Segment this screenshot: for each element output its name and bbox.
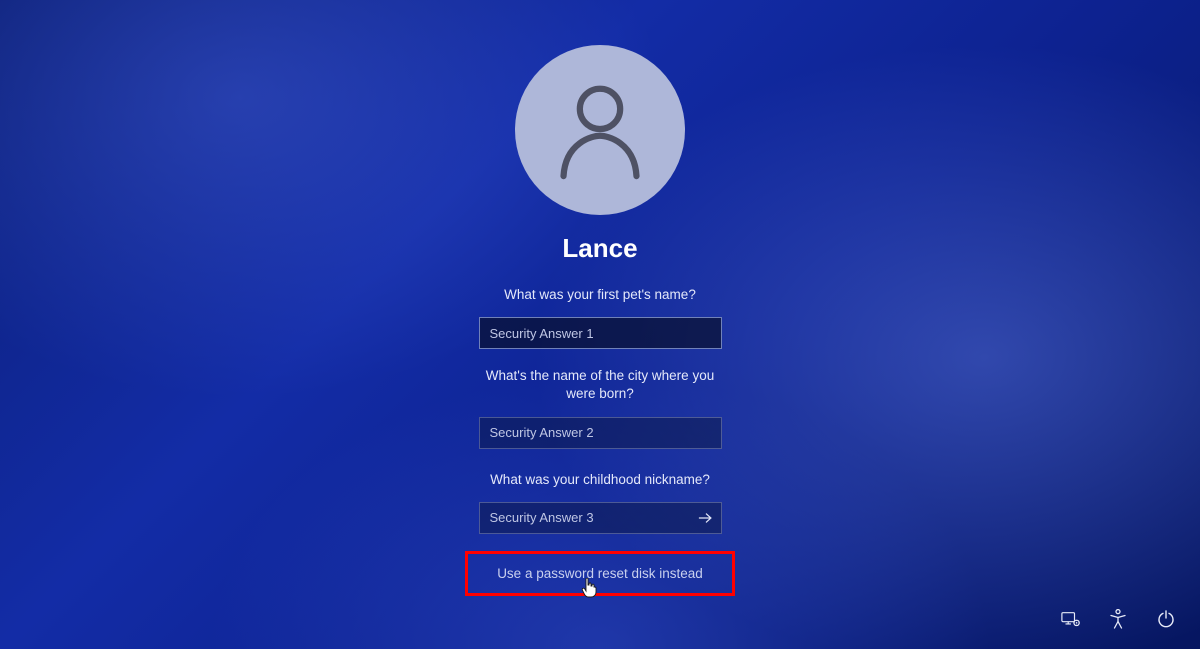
accessibility-icon	[1109, 609, 1127, 634]
security-answer-3-wrap	[479, 502, 722, 534]
security-answer-3-input[interactable]	[479, 502, 722, 534]
submit-answers-button[interactable]	[691, 503, 721, 533]
security-question-1: What was your first pet's name?	[504, 286, 696, 304]
security-answer-2-input[interactable]	[479, 417, 722, 449]
security-question-3: What was your childhood nickname?	[490, 471, 710, 489]
network-icon	[1060, 610, 1080, 633]
system-tray	[1060, 611, 1176, 631]
arrow-right-icon	[698, 511, 714, 525]
user-avatar	[515, 45, 685, 215]
user-name: Lance	[562, 233, 637, 264]
use-password-reset-disk-link[interactable]: Use a password reset disk instead	[497, 566, 703, 581]
accessibility-button[interactable]	[1108, 611, 1128, 631]
reset-disk-highlight-box: Use a password reset disk instead	[465, 551, 735, 596]
network-button[interactable]	[1060, 611, 1080, 631]
cursor-pointer-icon	[581, 578, 597, 603]
lock-screen-content: Lance What was your first pet's name? Wh…	[0, 0, 1200, 649]
security-answer-1-input[interactable]	[479, 317, 722, 349]
power-button[interactable]	[1156, 611, 1176, 631]
power-icon	[1157, 610, 1175, 633]
security-answer-2-wrap	[479, 417, 722, 449]
person-icon	[552, 80, 648, 180]
security-answer-1-wrap	[479, 317, 722, 349]
security-question-2: What's the name of the city where you we…	[470, 367, 730, 403]
